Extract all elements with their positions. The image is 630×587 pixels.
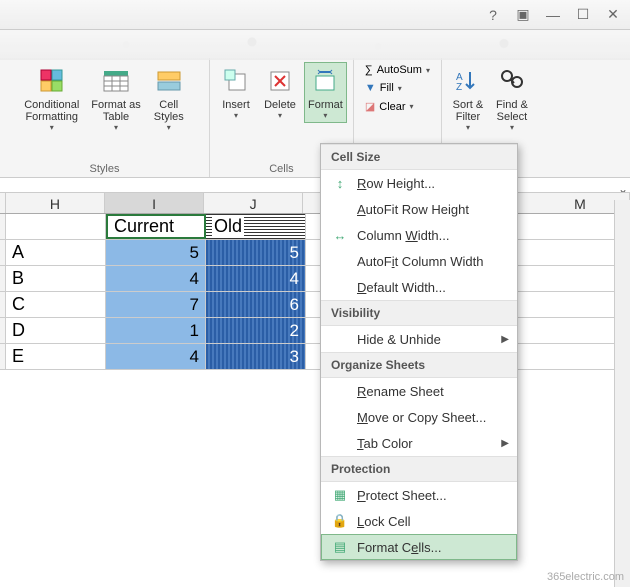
menu-protect-sheet[interactable]: ▦Protect Sheet... <box>321 482 517 508</box>
cell-styles-icon <box>153 65 185 97</box>
format-button[interactable]: Format▾ <box>304 62 347 123</box>
close-icon[interactable]: ✕ <box>604 6 622 24</box>
menu-format-cells[interactable]: ▤Format Cells... <box>321 534 517 560</box>
lock-icon: 🔒 <box>331 513 349 529</box>
format-dropdown-menu: Cell Size ↕Row Row Height...Height... Au… <box>320 143 518 561</box>
cell[interactable]: 4 <box>206 266 306 291</box>
protect-icon: ▦ <box>331 487 349 503</box>
maximize-icon[interactable]: ☐ <box>574 6 592 24</box>
ribbon: Conditional Formatting▾ Format as Table▾… <box>0 58 630 178</box>
delete-button[interactable]: Delete▾ <box>260 62 300 123</box>
cell[interactable]: C <box>6 292 106 317</box>
menu-tab-color[interactable]: Tab Color▶ <box>321 430 517 456</box>
cell[interactable]: D <box>6 318 106 343</box>
cell[interactable] <box>6 214 106 239</box>
cell[interactable]: 5 <box>206 240 306 265</box>
menu-section-cell-size: Cell Size <box>321 144 517 170</box>
cell[interactable]: 7 <box>106 292 206 317</box>
fill-icon: ▼ <box>365 82 376 94</box>
submenu-arrow-icon: ▶ <box>501 334 509 345</box>
menu-rename-sheet[interactable]: Rename Sheet <box>321 378 517 404</box>
format-icon <box>309 65 341 97</box>
conditional-formatting-button[interactable]: Conditional Formatting▾ <box>20 62 83 135</box>
menu-autofit-row[interactable]: AutoFit Row Height <box>321 196 517 222</box>
menu-column-width[interactable]: ↔Column Width... <box>321 222 517 248</box>
cell[interactable]: A <box>6 240 106 265</box>
row-height-icon: ↕ <box>331 175 349 191</box>
menu-move-copy[interactable]: Move or Copy Sheet... <box>321 404 517 430</box>
ribbon-display-icon[interactable]: ▣ <box>514 6 532 24</box>
spreadsheet: H I J M Current Old A55 B44 C76 D12 E43 <box>0 192 630 370</box>
fill-button[interactable]: ▼Fill ▾ <box>360 80 435 96</box>
watermark: 365electric.com <box>547 571 624 583</box>
format-as-table-button[interactable]: Format as Table▾ <box>87 62 145 135</box>
delete-icon <box>264 65 296 97</box>
find-icon <box>496 65 528 97</box>
menu-autofit-col[interactable]: AutoFit Column Width <box>321 248 517 274</box>
vertical-scrollbar[interactable] <box>614 200 630 587</box>
help-icon[interactable]: ? <box>484 6 502 24</box>
cell[interactable]: 3 <box>206 344 306 369</box>
cell[interactable]: B <box>6 266 106 291</box>
cell-styles-button[interactable]: Cell Styles▾ <box>149 62 189 135</box>
menu-default-width[interactable]: Default Width... <box>321 274 517 300</box>
cell[interactable]: 6 <box>206 292 306 317</box>
menu-lock-cell[interactable]: 🔒Lock Cell <box>321 508 517 534</box>
find-select-button[interactable]: Find & Select▾ <box>492 62 532 135</box>
autosum-button[interactable]: ∑AutoSum ▾ <box>360 62 435 78</box>
cell[interactable]: 4 <box>106 344 206 369</box>
cell[interactable]: 5 <box>106 240 206 265</box>
minimize-icon[interactable]: — <box>544 6 562 24</box>
column-width-icon: ↔ <box>331 227 349 243</box>
submenu-arrow-icon: ▶ <box>501 438 509 449</box>
menu-row-height[interactable]: ↕Row Row Height...Height... <box>321 170 517 196</box>
column-header[interactable]: H <box>6 193 105 213</box>
menu-section-protection: Protection <box>321 456 517 482</box>
cell-header-current[interactable]: Current <box>106 214 206 239</box>
menu-hide-unhide[interactable]: Hide & Unhide▶ <box>321 326 517 352</box>
insert-icon <box>220 65 252 97</box>
cell[interactable]: 1 <box>106 318 206 343</box>
column-header[interactable]: I <box>105 193 204 213</box>
menu-section-organize: Organize Sheets <box>321 352 517 378</box>
sort-filter-button[interactable]: AZ Sort & Filter▾ <box>448 62 488 135</box>
insert-button[interactable]: Insert▾ <box>216 62 256 123</box>
format-as-table-icon <box>100 65 132 97</box>
clear-button[interactable]: ◪Clear ▾ <box>360 98 435 115</box>
svg-text:Z: Z <box>456 82 462 93</box>
sort-filter-icon: AZ <box>452 65 484 97</box>
eraser-icon: ◪ <box>365 100 375 113</box>
column-headers: H I J M <box>0 192 630 214</box>
titlebar: ? ▣ — ☐ ✕ <box>0 0 630 30</box>
menu-section-visibility: Visibility <box>321 300 517 326</box>
cell[interactable]: 2 <box>206 318 306 343</box>
column-header[interactable]: J <box>204 193 303 213</box>
group-label-cells: Cells <box>269 163 293 175</box>
cell[interactable]: 4 <box>106 266 206 291</box>
cell-header-old[interactable]: Old <box>206 214 306 239</box>
group-label-styles: Styles <box>90 163 120 175</box>
conditional-formatting-icon <box>36 65 68 97</box>
format-cells-icon: ▤ <box>331 539 349 555</box>
sigma-icon: ∑ <box>365 64 373 76</box>
cell[interactable]: E <box>6 344 106 369</box>
